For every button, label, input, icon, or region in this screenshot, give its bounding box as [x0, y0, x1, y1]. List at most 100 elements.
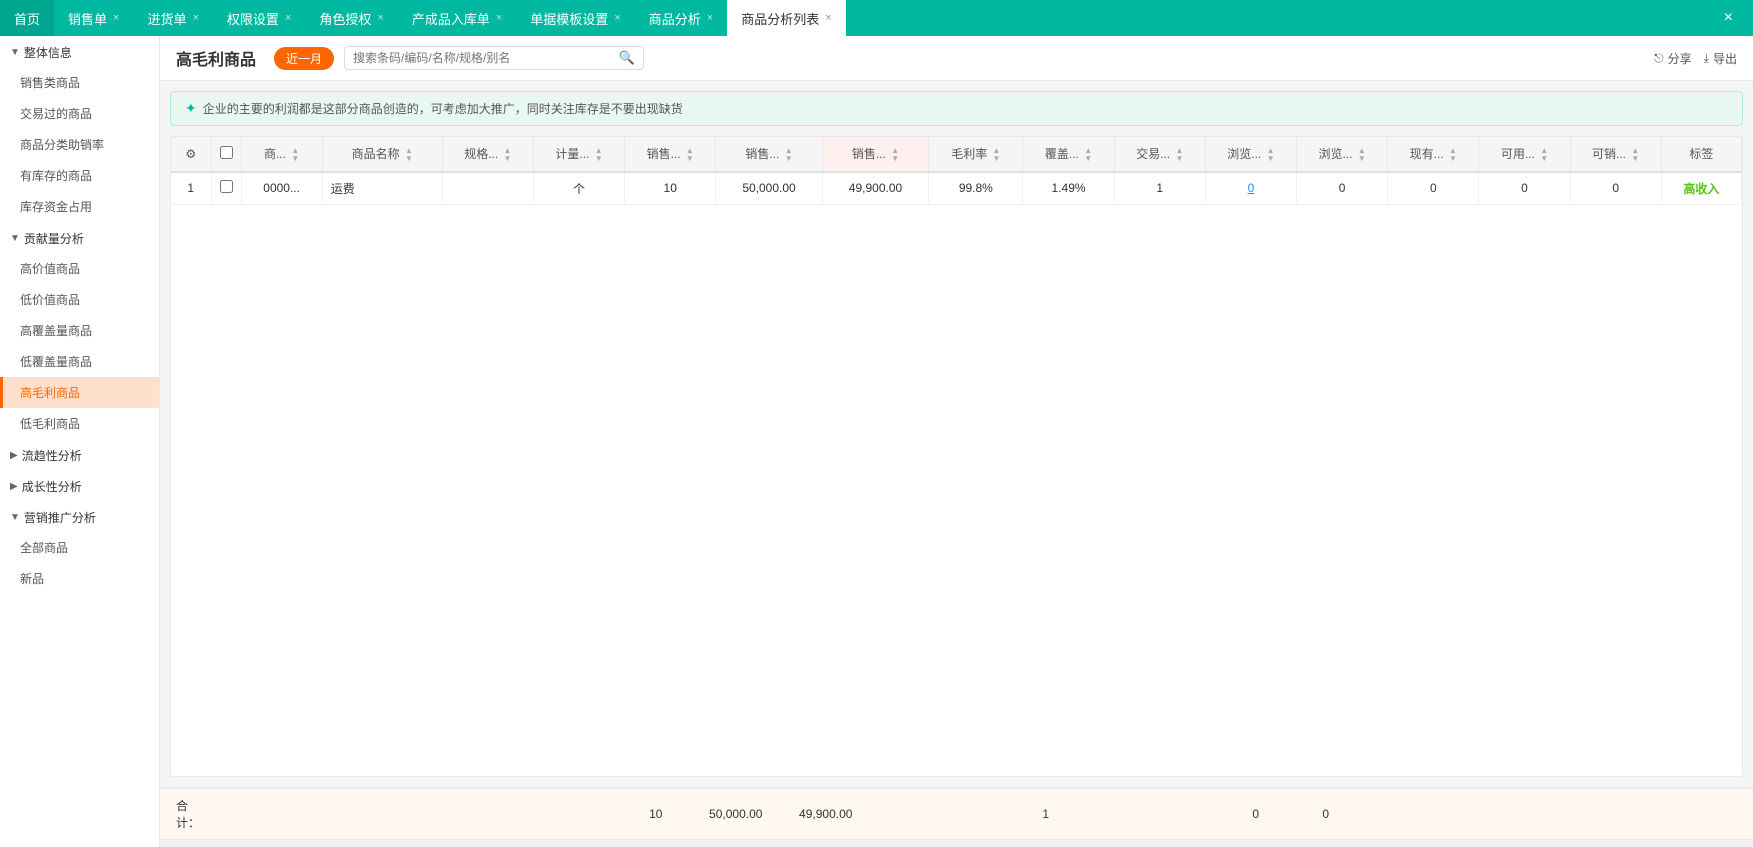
window-close-icon[interactable]: × [1714, 9, 1743, 26]
content-area: 高毛利商品 近一月 🔍 ⎋ 分享 ⤓ 导出 ✦ 企业的主要的利润都是这部分商品创… [160, 36, 1753, 847]
col-product-name[interactable]: 商品名称 ▲▼ [322, 137, 442, 172]
footer-sales-cost: 49,900.00 [781, 807, 871, 821]
row-sales-cost: 49,900.00 [822, 172, 928, 205]
col-avail[interactable]: 可用... ▲▼ [1479, 137, 1570, 172]
nav-template-settings[interactable]: 单据模板设置 × [516, 0, 634, 36]
col-checkbox[interactable] [211, 137, 241, 172]
row-code: 0000... [241, 172, 322, 205]
row-checkbox[interactable] [211, 172, 241, 205]
col-sales-cost[interactable]: 销售... ▲▼ [822, 137, 928, 172]
arrow-down-icon: ▼ [10, 47, 20, 58]
arrow-down-icon-3: ▼ [10, 512, 20, 523]
nav-close-sales[interactable]: × [113, 12, 119, 24]
sidebar-group-marketing[interactable]: ▼ 营销推广分析 [0, 501, 159, 532]
search-icon[interactable]: 🔍 [619, 50, 635, 66]
nav-purchase[interactable]: 进货单 × [133, 0, 212, 36]
col-tag[interactable]: 标签 [1661, 137, 1741, 172]
sidebar: « ▼ 整体信息 销售类商品 交易过的商品 商品分类助销率 有库存的商品 库存资… [0, 36, 160, 847]
sidebar-item-traded-goods[interactable]: 交易过的商品 [0, 98, 159, 129]
col-trade[interactable]: 交易... ▲▼ [1114, 137, 1205, 172]
sidebar-group-contribution[interactable]: ▼ 贡献量分析 [0, 222, 159, 253]
row-sales-amount: 50,000.00 [716, 172, 822, 205]
nav-product-analysis[interactable]: 商品分析 × [635, 0, 727, 36]
row-trade: 1 [1114, 172, 1205, 205]
nav-product-analysis-list[interactable]: 商品分析列表 × [727, 0, 845, 36]
nav-close-product-analysis[interactable]: × [707, 12, 713, 24]
filter-recent-month-button[interactable]: 近一月 [274, 47, 334, 70]
table-footer: 合计： 10 50,000.00 49,900.00 1 0 0 [160, 787, 1753, 839]
nav-close-roles[interactable]: × [377, 12, 383, 24]
sidebar-item-sales-goods[interactable]: 销售类商品 [0, 67, 159, 98]
row-avail: 0 [1479, 172, 1570, 205]
col-coverage[interactable]: 覆盖... ▲▼ [1023, 137, 1114, 172]
col-gross-rate[interactable]: 毛利率 ▲▼ [929, 137, 1023, 172]
col-unit[interactable]: 计量... ▲▼ [533, 137, 624, 172]
table-row: 1 0000... 运费 个 10 50,000.00 49,900.00 99… [171, 172, 1742, 205]
row-spec [442, 172, 533, 205]
row-browse1[interactable]: 0 [1205, 172, 1296, 205]
row-gross-rate: 99.8% [929, 172, 1023, 205]
footer-label: 合计： [176, 797, 211, 831]
sidebar-group-trend[interactable]: ▶ 流趋性分析 [0, 439, 159, 470]
footer-sales-amount: 50,000.00 [691, 807, 781, 821]
row-stock: 0 [1388, 172, 1479, 205]
col-browse1[interactable]: 浏览... ▲▼ [1205, 137, 1296, 172]
share-button[interactable]: ⎋ 分享 [1654, 50, 1692, 67]
product-table: ⚙ 商... ▲▼ 商品名称 ▲▼ 规格... ▲▼ [171, 137, 1742, 205]
row-index: 1 [171, 172, 211, 205]
sidebar-item-low-value[interactable]: 低价值商品 [0, 284, 159, 315]
search-box: 🔍 [344, 46, 644, 70]
nav-close-template[interactable]: × [614, 12, 620, 24]
sidebar-group-overall[interactable]: ▼ 整体信息 [0, 36, 159, 67]
nav-close-product-analysis-list[interactable]: × [825, 12, 831, 24]
sidebar-item-all-goods[interactable]: 全部商品 [0, 532, 159, 563]
row-sales-qty: 10 [625, 172, 716, 205]
share-icon: ⎋ [1654, 51, 1664, 66]
table-header-row: ⚙ 商... ▲▼ 商品名称 ▲▼ 规格... ▲▼ [171, 137, 1742, 172]
content-header: 高毛利商品 近一月 🔍 ⎋ 分享 ⤓ 导出 [160, 36, 1753, 81]
sidebar-collapse-button[interactable]: « [159, 422, 160, 462]
nav-close-permissions[interactable]: × [285, 12, 291, 24]
sidebar-item-low-coverage[interactable]: 低覆盖量商品 [0, 346, 159, 377]
nav-sales-order[interactable]: 销售单 × [54, 0, 133, 36]
sidebar-item-high-value[interactable]: 高价值商品 [0, 253, 159, 284]
nav-close-finished-goods[interactable]: × [496, 12, 502, 24]
row-unit: 个 [533, 172, 624, 205]
row-browse2: 0 [1297, 172, 1388, 205]
col-sellable[interactable]: 可销... ▲▼ [1570, 137, 1661, 172]
horizontal-scrollbar[interactable] [160, 839, 1753, 847]
nav-close-purchase[interactable]: × [192, 12, 198, 24]
select-all-checkbox[interactable] [220, 146, 233, 159]
col-stock[interactable]: 现有... ▲▼ [1388, 137, 1479, 172]
footer-stock: 0 [1221, 807, 1291, 821]
col-spec[interactable]: 规格... ▲▼ [442, 137, 533, 172]
col-sales-qty[interactable]: 销售... ▲▼ [625, 137, 716, 172]
table-container[interactable]: ⚙ 商... ▲▼ 商品名称 ▲▼ 规格... ▲▼ [170, 136, 1743, 777]
footer-sales-qty: 10 [621, 807, 691, 821]
sidebar-item-high-coverage[interactable]: 高覆盖量商品 [0, 315, 159, 346]
sidebar-item-in-stock[interactable]: 有库存的商品 [0, 160, 159, 191]
page-title: 高毛利商品 [176, 46, 256, 70]
footer-avail: 0 [1291, 807, 1361, 821]
row-coverage: 1.49% [1023, 172, 1114, 205]
sidebar-item-low-margin[interactable]: 低毛利商品 [0, 408, 159, 439]
nav-finished-goods[interactable]: 产成品入库单 × [398, 0, 516, 36]
sidebar-item-new-goods[interactable]: 新品 [0, 563, 159, 594]
sidebar-group-growth[interactable]: ▶ 成长性分析 [0, 470, 159, 501]
col-settings[interactable]: ⚙ [171, 137, 211, 172]
nav-permissions[interactable]: 权限设置 × [213, 0, 305, 36]
export-button[interactable]: ⤓ 导出 [1704, 50, 1737, 67]
nav-roles[interactable]: 角色授权 × [305, 0, 397, 36]
info-icon: ✦ [185, 100, 197, 117]
nav-window-close[interactable]: × [1714, 9, 1753, 27]
export-icon: ⤓ [1704, 51, 1709, 66]
sidebar-item-category-rate[interactable]: 商品分类助销率 [0, 129, 159, 160]
col-browse2[interactable]: 浏览... ▲▼ [1297, 137, 1388, 172]
nav-home[interactable]: 首页 [0, 0, 54, 36]
arrow-down-icon-2: ▼ [10, 233, 20, 244]
col-sales-amount[interactable]: 销售... ▲▼ [716, 137, 822, 172]
sidebar-item-stock-fund[interactable]: 库存资金占用 [0, 191, 159, 222]
col-product-code[interactable]: 商... ▲▼ [241, 137, 322, 172]
sidebar-item-high-margin[interactable]: 高毛利商品 [0, 377, 159, 408]
search-input[interactable] [353, 51, 619, 65]
